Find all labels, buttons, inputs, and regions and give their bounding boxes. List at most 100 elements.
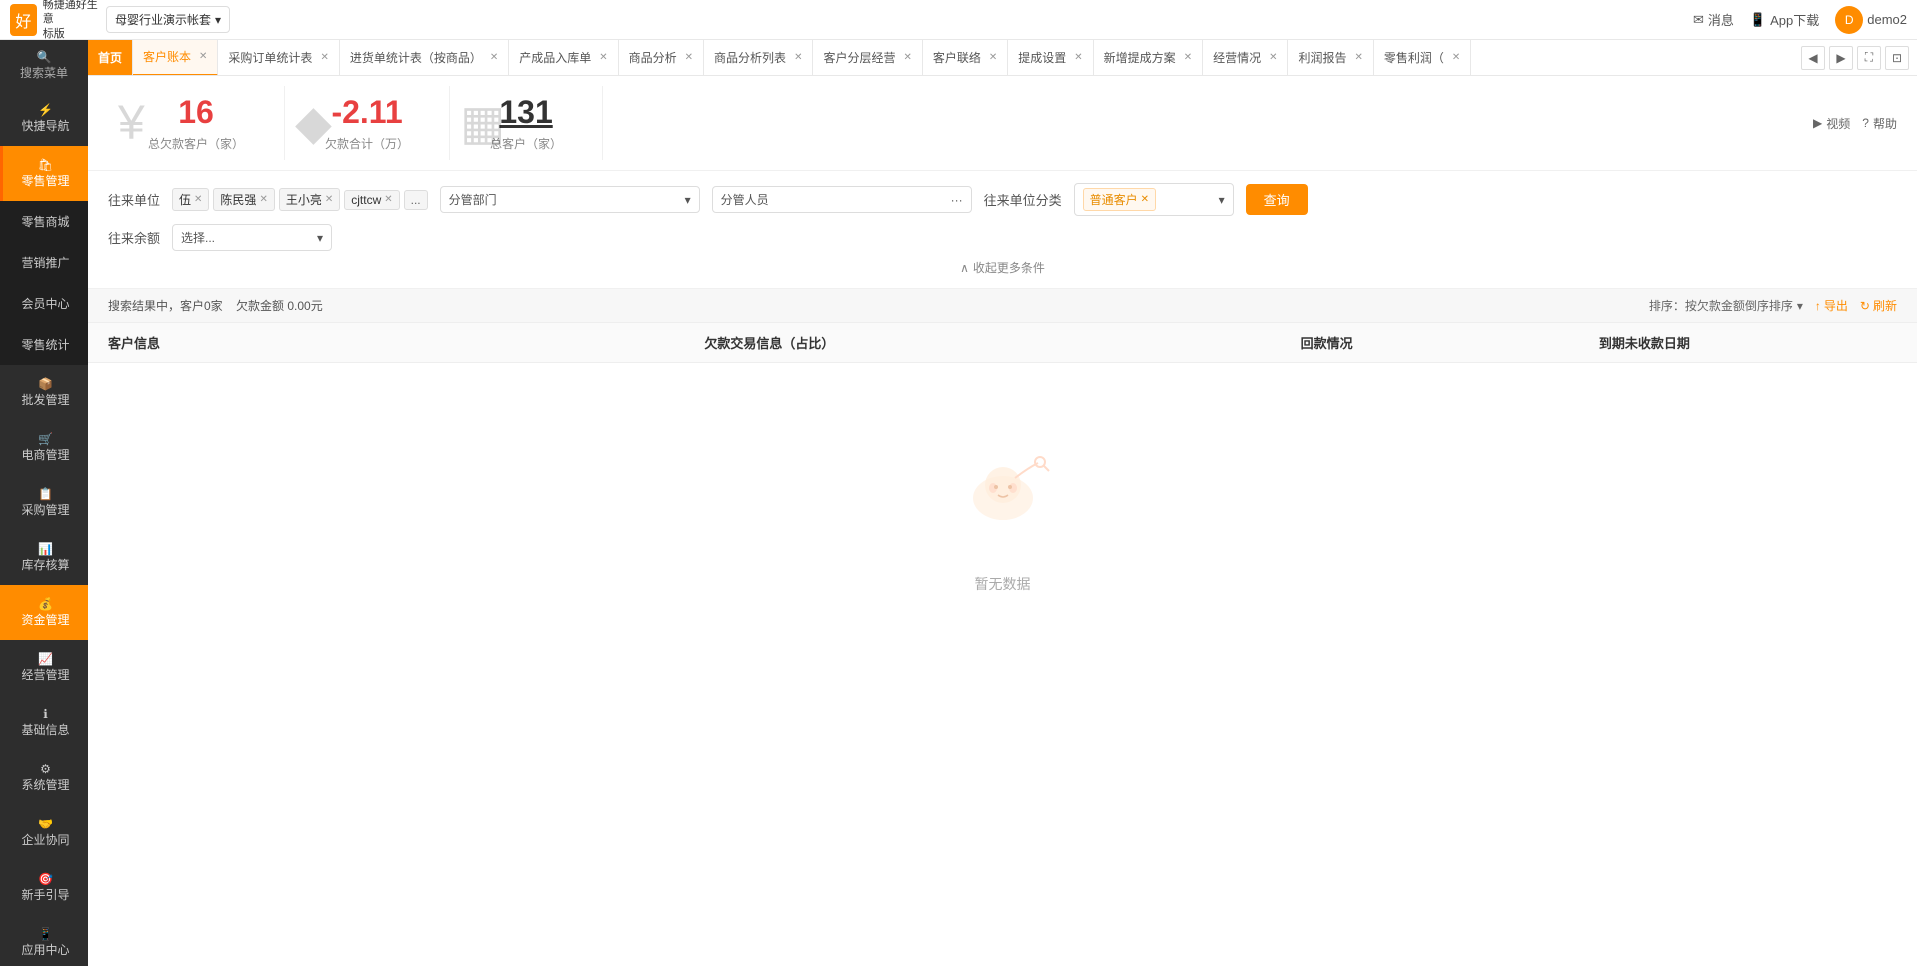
filter-tag-wang[interactable]: 王小亮 ✕ bbox=[279, 188, 340, 211]
tab-product-analysis[interactable]: 商品分析 ✕ bbox=[619, 40, 704, 76]
sidebar-item-ecommerce[interactable]: 🛒 电商管理 bbox=[0, 420, 88, 475]
stat-overdue-customers: ¥ 16 总欠款客户（家） bbox=[108, 86, 285, 160]
tag-close-icon[interactable]: ✕ bbox=[325, 194, 333, 205]
tag-close-icon[interactable]: ✕ bbox=[259, 194, 267, 205]
tab-close-icon[interactable]: ✕ bbox=[1269, 52, 1277, 63]
stat-overdue-amount-label: 欠款合计（万） bbox=[325, 135, 409, 152]
video-help-btn[interactable]: ▶ 视频 bbox=[1813, 115, 1850, 132]
sidebar-item-purchase[interactable]: 📋 采购管理 bbox=[0, 475, 88, 530]
stats-bar-right: ▶ 视频 ? 帮助 bbox=[1813, 115, 1897, 132]
tab-close-icon[interactable]: ✕ bbox=[199, 51, 207, 62]
filter-tag-cjttcw[interactable]: cjttcw ✕ bbox=[344, 190, 399, 210]
sidebar-item-inventory[interactable]: 📊 库存核算 bbox=[0, 530, 88, 585]
dept-filter[interactable]: 分管部门 ▾ bbox=[440, 186, 700, 213]
tab-business-status[interactable]: 经营情况 ✕ bbox=[1203, 40, 1288, 76]
user-menu[interactable]: D demo2 bbox=[1835, 6, 1907, 34]
tab-retail-profit[interactable]: 零售利润（ ✕ bbox=[1374, 40, 1471, 76]
tab-close-icon[interactable]: ✕ bbox=[903, 52, 911, 63]
retail-icon: 🛍 bbox=[11, 158, 80, 172]
header-right: ✉ 消息 📱 App下载 D demo2 bbox=[1693, 6, 1907, 34]
export-button[interactable]: ↑ 导出 bbox=[1815, 297, 1848, 314]
sidebar-item-operations[interactable]: 📈 经营管理 bbox=[0, 640, 88, 695]
sidebar: 🔍 搜索菜单 ⚡ 快捷导航 🛍 零售管理 零售商城 营销推广 会员中心 零售统计… bbox=[0, 40, 88, 966]
sidebar-item-enterprise[interactable]: 🤝 企业协同 bbox=[0, 805, 88, 860]
sidebar-item-quick-nav[interactable]: ⚡ 快捷导航 bbox=[0, 91, 88, 146]
tab-close-icon[interactable]: ✕ bbox=[1452, 52, 1460, 63]
tab-scroll-left-btn[interactable]: ◀ bbox=[1801, 46, 1825, 70]
tab-close-icon[interactable]: ✕ bbox=[989, 52, 997, 63]
tab-close-icon[interactable]: ✕ bbox=[1355, 52, 1363, 63]
col-payment-status: 回款情况 bbox=[1301, 333, 1599, 352]
tab-purchase-order-stats[interactable]: 采购订单统计表 ✕ bbox=[218, 40, 339, 76]
collapse-button[interactable]: ∧ 收起更多条件 bbox=[960, 259, 1045, 276]
tab-new-commission[interactable]: 新增提成方案 ✕ bbox=[1094, 40, 1203, 76]
tab-scroll-right-btn[interactable]: ▶ bbox=[1829, 46, 1853, 70]
newbie-icon: 🎯 bbox=[11, 872, 80, 886]
tab-close-icon[interactable]: ✕ bbox=[1074, 52, 1082, 63]
app-icon: 📱 bbox=[11, 927, 80, 941]
logo-area: 好 畅捷通好生意 标版 bbox=[10, 0, 98, 41]
sidebar-item-member-center[interactable]: 会员中心 bbox=[0, 283, 88, 324]
chevron-down-icon: ▾ bbox=[317, 231, 323, 245]
sidebar-item-wholesale[interactable]: 📦 批发管理 bbox=[0, 365, 88, 420]
tab-restore-btn[interactable]: ⊡ bbox=[1885, 46, 1909, 70]
search-icon: 🔍 bbox=[0, 50, 88, 64]
tab-close-icon[interactable]: ✕ bbox=[490, 52, 498, 63]
tab-inbound-stats[interactable]: 进货单统计表（按商品） ✕ bbox=[340, 40, 509, 76]
tab-product-analysis-list[interactable]: 商品分析列表 ✕ bbox=[704, 40, 813, 76]
sort-label: 排序：按欠款金额倒序排序 bbox=[1649, 297, 1793, 314]
tab-close-icon[interactable]: ✕ bbox=[320, 52, 328, 63]
person-filter[interactable]: 分管人员 ··· bbox=[712, 186, 972, 213]
tab-commission-setting[interactable]: 提成设置 ✕ bbox=[1008, 40, 1093, 76]
tab-customer-tier[interactable]: 客户分层经营 ✕ bbox=[813, 40, 922, 76]
sort-button[interactable]: 排序：按欠款金额倒序排序 ▾ bbox=[1649, 297, 1803, 314]
sidebar-item-retail-stats[interactable]: 零售统计 bbox=[0, 324, 88, 365]
tab-profit-report[interactable]: 利润报告 ✕ bbox=[1288, 40, 1373, 76]
sidebar-item-retail-mgmt[interactable]: 🛍 零售管理 bbox=[0, 146, 88, 201]
tab-home[interactable]: 首页 bbox=[88, 40, 133, 76]
sidebar-item-newbie[interactable]: 🎯 新手引导 bbox=[0, 860, 88, 915]
help-btn[interactable]: ? 帮助 bbox=[1862, 115, 1897, 132]
sidebar-item-marketing[interactable]: 营销推广 bbox=[0, 242, 88, 283]
chevron-down-icon: ▾ bbox=[215, 13, 221, 27]
category-tag[interactable]: 普通客户 ✕ bbox=[1083, 188, 1156, 211]
logo-icon: 好 bbox=[10, 4, 37, 36]
sidebar-item-finance[interactable]: 💰 资金管理 bbox=[0, 585, 88, 640]
filter-tag-more-btn[interactable]: ... bbox=[404, 190, 428, 210]
sidebar-item-retail-store[interactable]: 零售商城 bbox=[0, 201, 88, 242]
diamond-bg-icon: ◆ bbox=[295, 95, 332, 151]
tab-close-icon[interactable]: ✕ bbox=[685, 52, 693, 63]
refresh-button[interactable]: ↻ 刷新 bbox=[1860, 297, 1897, 314]
empty-icon bbox=[953, 443, 1053, 543]
filter-section: 往来单位 伍 ✕ 陈民强 ✕ 王小亮 ✕ bbox=[88, 171, 1917, 289]
sidebar-item-search-menu[interactable]: 🔍 搜索菜单 bbox=[0, 40, 88, 91]
category-filter[interactable]: 普通客户 ✕ ▾ bbox=[1074, 183, 1234, 216]
sidebar-item-basic-info[interactable]: ℹ 基础信息 bbox=[0, 695, 88, 750]
tab-customer-contact[interactable]: 客户联络 ✕ bbox=[923, 40, 1008, 76]
tab-close-icon[interactable]: ✕ bbox=[794, 52, 802, 63]
tag-close-icon[interactable]: ✕ bbox=[384, 194, 392, 205]
unit-filter-tags: 伍 ✕ 陈民强 ✕ 王小亮 ✕ cjttcw ✕ bbox=[172, 188, 428, 211]
tab-product-inbound[interactable]: 产成品入库单 ✕ bbox=[509, 40, 618, 76]
filter-tag-wu[interactable]: 伍 ✕ bbox=[172, 188, 209, 211]
app-download-button[interactable]: 📱 App下载 bbox=[1750, 10, 1819, 29]
tab-close-icon[interactable]: ✕ bbox=[599, 52, 607, 63]
tab-close-icon[interactable]: ✕ bbox=[1184, 52, 1192, 63]
tag-close-icon[interactable]: ✕ bbox=[194, 194, 202, 205]
workspace-selector[interactable]: 母婴行业演示帐套 ▾ bbox=[106, 6, 230, 33]
tab-bar: 首页 客户账本 ✕ 采购订单统计表 ✕ 进货单统计表（按商品） ✕ 产成品入库单… bbox=[88, 40, 1917, 76]
sidebar-item-app-center[interactable]: 📱 应用中心 bbox=[0, 915, 88, 966]
system-icon: ⚙ bbox=[11, 762, 80, 776]
sidebar-item-system[interactable]: ⚙ 系统管理 bbox=[0, 750, 88, 805]
tab-customer-account[interactable]: 客户账本 ✕ bbox=[133, 40, 218, 76]
messages-button[interactable]: ✉ 消息 bbox=[1693, 10, 1734, 29]
filter-tag-chen[interactable]: 陈民强 ✕ bbox=[213, 188, 274, 211]
amount-filter[interactable]: 选择... ▾ bbox=[172, 224, 332, 251]
query-button[interactable]: 查询 bbox=[1246, 184, 1308, 215]
inventory-icon: 📊 bbox=[11, 542, 80, 556]
tag-close-icon[interactable]: ✕ bbox=[1141, 194, 1149, 205]
header-left: 好 畅捷通好生意 标版 母婴行业演示帐套 ▾ bbox=[10, 0, 230, 41]
stat-total-overdue: ◆ -2.11 欠款合计（万） bbox=[285, 86, 450, 160]
tab-maximize-btn[interactable]: ⛶ bbox=[1857, 46, 1881, 70]
amount-filter-label: 往来余额 bbox=[108, 228, 160, 247]
